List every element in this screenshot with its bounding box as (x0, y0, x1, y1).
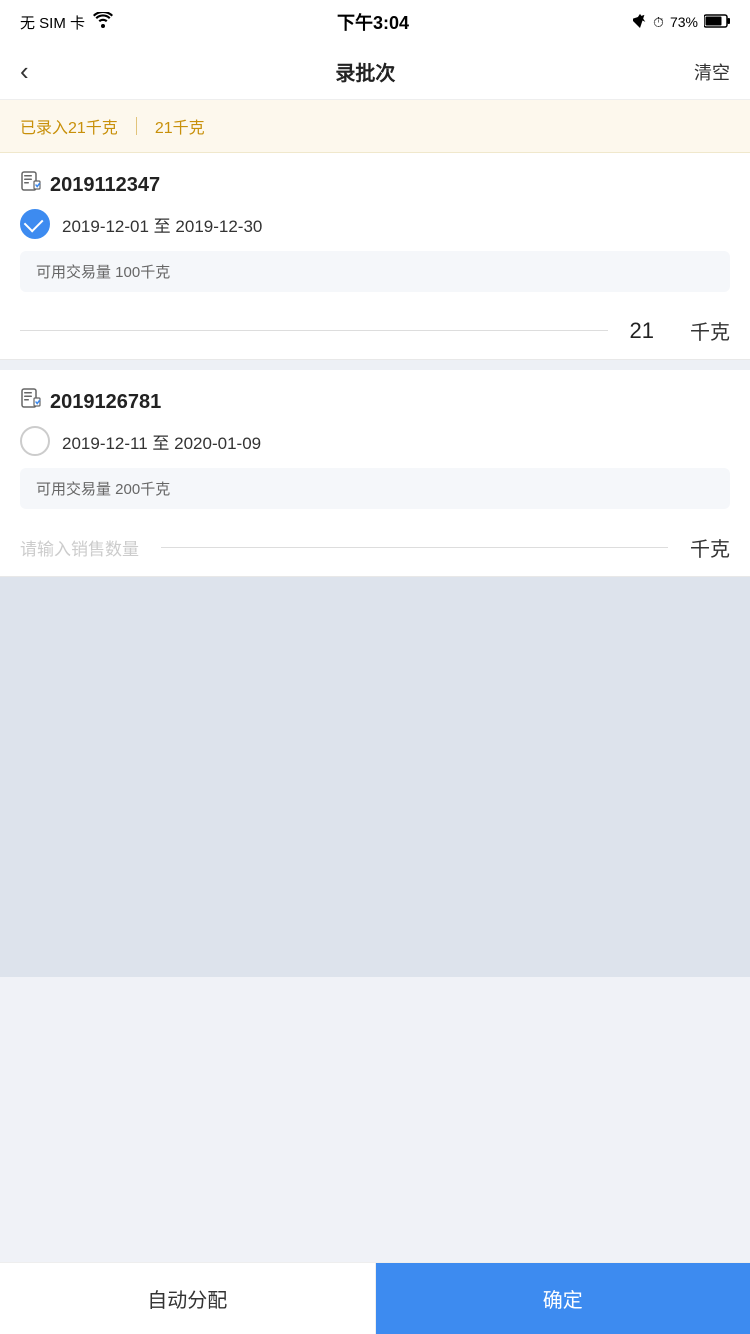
alarm-icon: ⏱ (653, 14, 664, 31)
recorded-label: 已录入21千克 (20, 114, 118, 138)
batch-card-2: 2019126781 2019-12-11 至 2020-01-09 可用交易量… (0, 370, 750, 577)
summary-divider (136, 117, 137, 135)
qty-row-1: 21 千克 (0, 306, 750, 360)
page-title: 录批次 (335, 57, 395, 86)
avail-text-1: 可用交易量 100千克 (36, 264, 170, 281)
batch-item-2: 2019126781 2019-12-11 至 2020-01-09 可用交易量… (0, 370, 750, 509)
section-divider (0, 360, 750, 370)
avail-box-2: 可用交易量 200千克 (20, 468, 730, 509)
batch-header-1: 2019112347 (20, 171, 730, 199)
clear-button[interactable]: 清空 (694, 59, 730, 85)
batch-number-2: 2019126781 (50, 391, 161, 414)
content-area: 已录入21千克 21千克 2019112347 (0, 100, 750, 1049)
input-unit-2: 千克 (690, 533, 730, 562)
auto-distribute-button[interactable]: 自动分配 (0, 1263, 376, 1334)
avail-box-1: 可用交易量 100千克 (20, 251, 730, 292)
back-button[interactable]: ‹ (20, 52, 37, 91)
battery-label: 73% (670, 14, 698, 30)
batch-radio-1[interactable] (20, 209, 50, 239)
location-icon (633, 13, 647, 32)
batch-card-1: 2019112347 2019-12-01 至 2019-12-30 可用交易量… (0, 153, 750, 360)
nav-bar: ‹ 录批次 清空 (0, 44, 750, 100)
wifi-icon (93, 12, 113, 32)
qty-unit-1: 千克 (690, 316, 730, 345)
input-row-2: 请输入销售数量 千克 (0, 523, 750, 577)
no-sim-label: 无 SIM 卡 (20, 12, 85, 33)
input-placeholder-2: 请输入销售数量 (20, 535, 139, 560)
status-bar: 无 SIM 卡 下午3:04 ⏱ 73% (0, 0, 750, 44)
batch-item-1: 2019112347 2019-12-01 至 2019-12-30 可用交易量… (0, 153, 750, 292)
avail-text-2: 可用交易量 200千克 (36, 481, 170, 498)
status-time: 下午3:04 (337, 9, 409, 35)
batch-doc-icon-1 (20, 171, 42, 199)
summary-bar: 已录入21千克 21千克 (0, 100, 750, 153)
confirm-button[interactable]: 确定 (376, 1263, 750, 1334)
batch-radio-2[interactable] (20, 426, 50, 456)
gray-area (0, 577, 750, 977)
status-left: 无 SIM 卡 (20, 12, 113, 33)
bottom-bar: 自动分配 确定 (0, 1262, 750, 1334)
batch-doc-icon-2 (20, 388, 42, 416)
summary-value: 21千克 (155, 114, 205, 138)
batch-header-2: 2019126781 (20, 388, 730, 416)
batch-date-row-1[interactable]: 2019-12-01 至 2019-12-30 (20, 209, 730, 239)
batch-date-1: 2019-12-01 至 2019-12-30 (62, 212, 262, 237)
status-right: ⏱ 73% (633, 13, 730, 32)
batch-number-1: 2019112347 (50, 174, 160, 197)
qty-value-1: 21 (630, 318, 654, 344)
batch-date-2: 2019-12-11 至 2020-01-09 (62, 429, 261, 454)
batch-date-row-2[interactable]: 2019-12-11 至 2020-01-09 (20, 426, 730, 456)
battery-icon (704, 14, 730, 31)
